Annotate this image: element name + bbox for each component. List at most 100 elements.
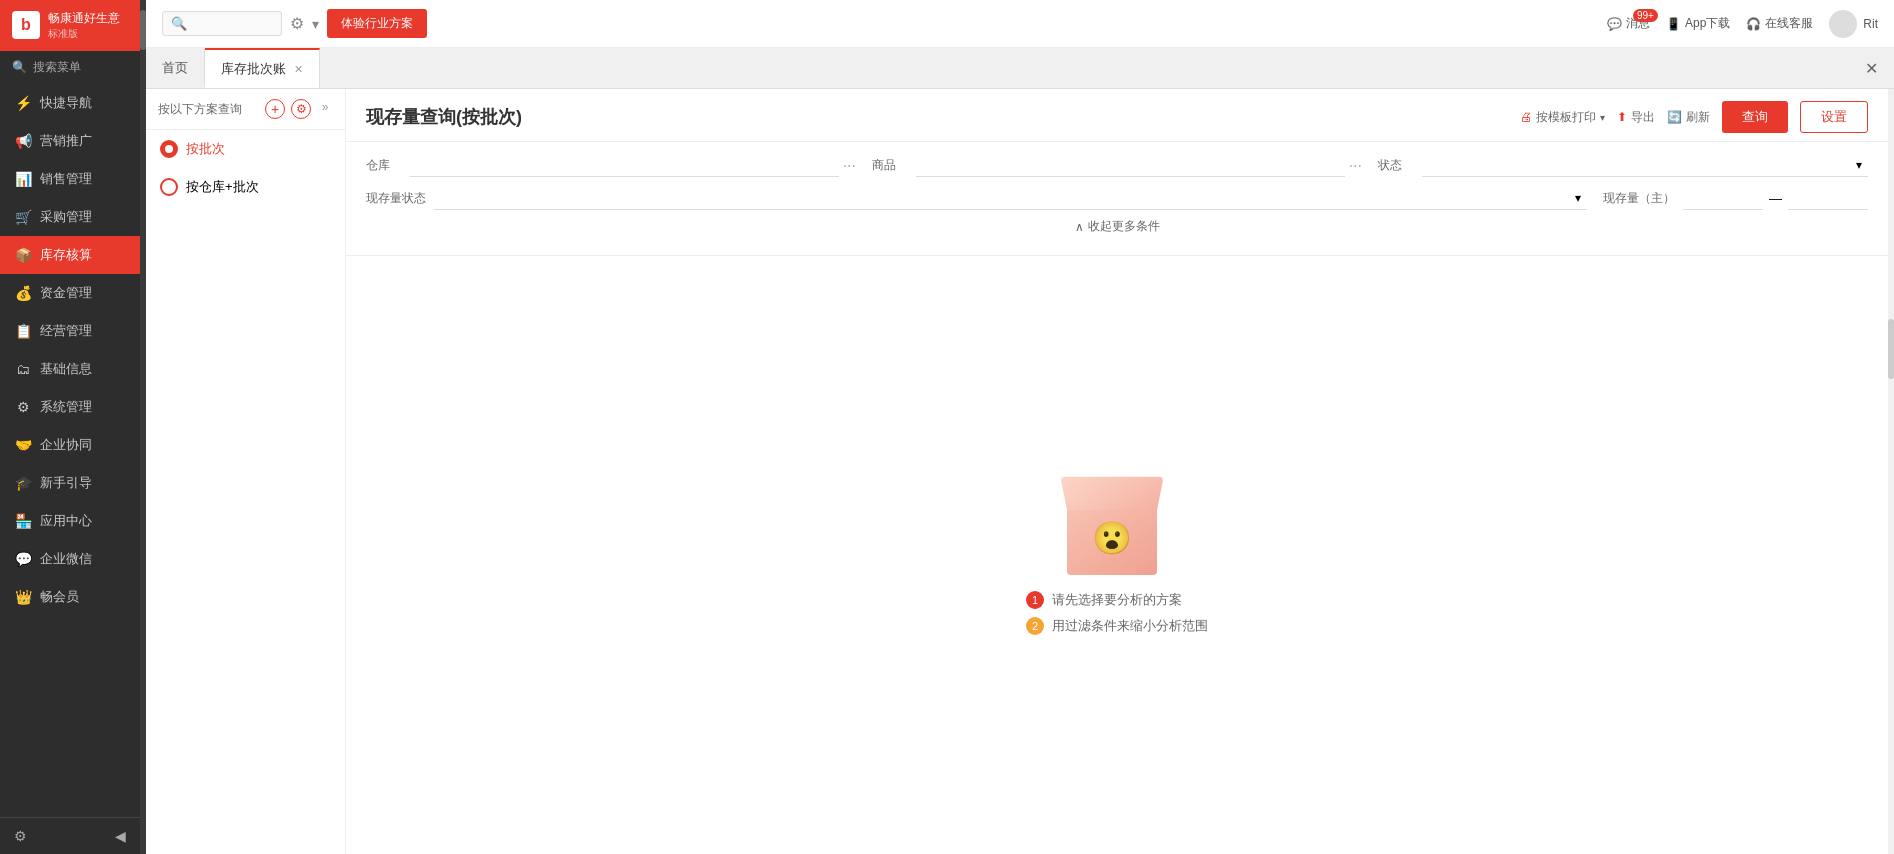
topbar-dropdown-icon[interactable]: ▾: [312, 16, 319, 32]
sidebar-item-label: 企业微信: [40, 550, 92, 568]
inventory-icon: 📦: [14, 246, 32, 264]
guide-icon: 🎓: [14, 474, 32, 492]
inventory-status-dropdown-icon: ▾: [1575, 191, 1581, 205]
collab-icon: 🤝: [14, 436, 32, 454]
sidebar-item-inventory[interactable]: 📦 库存核算: [0, 236, 140, 274]
empty-steps: 1 请先选择要分析的方案 2 用过滤条件来缩小分析范围: [1026, 591, 1208, 635]
phone-icon: 📱: [1666, 17, 1681, 31]
filter-row-1: 仓库 ··· 商品 ··· 状态 ▾: [366, 154, 1868, 177]
active-scheme-indicator: [160, 140, 178, 158]
step-2-number: 2: [1026, 617, 1044, 635]
inventory-status-label: 现存量状态: [366, 190, 426, 207]
warehouse-dots[interactable]: ···: [843, 157, 856, 175]
sidebar-item-label: 经营管理: [40, 322, 92, 340]
customer-service-btn[interactable]: 🎧 在线客服: [1746, 15, 1813, 32]
collapse-panel-button[interactable]: »: [317, 99, 333, 115]
tab-home[interactable]: 首页: [146, 49, 205, 87]
sidebar-item-label: 库存核算: [40, 246, 92, 264]
sales-icon: 📊: [14, 170, 32, 188]
industry-solution-button[interactable]: 体验行业方案: [327, 9, 427, 38]
add-scheme-button[interactable]: +: [265, 99, 285, 119]
plus-icon: +: [271, 101, 279, 117]
product-input[interactable]: [916, 154, 1345, 177]
sidebar-item-collab[interactable]: 🤝 企业协同: [0, 426, 140, 464]
page-content: 按以下方案查询 + ⚙ » 按批次: [146, 89, 1894, 854]
sidebar-nav: ⚡ 快捷导航 📢 营销推广 📊 销售管理 🛒 采购管理 📦 库存核算 💰 资金管…: [0, 84, 140, 817]
sidebar-item-guide[interactable]: 🎓 新手引导: [0, 464, 140, 502]
print-button[interactable]: 🖨 按模板打印 ▾: [1520, 109, 1605, 126]
filter-area: 仓库 ··· 商品 ··· 状态 ▾: [346, 142, 1888, 256]
right-panel: 现存量查询(按批次) 🖨 按模板打印 ▾ ⬆ 导出 🔄 刷新: [346, 89, 1888, 854]
app-download-btn[interactable]: 📱 App下载: [1666, 15, 1730, 32]
export-button[interactable]: ⬆ 导出: [1617, 109, 1655, 126]
scheme-by-batch-label: 按批次: [186, 140, 225, 158]
tab-inventory-batch[interactable]: 库存批次账 ✕: [205, 48, 320, 88]
empty-illustration: 😮: [1057, 475, 1177, 575]
tab-panel-close-icon[interactable]: ✕: [1865, 59, 1878, 78]
sidebar-item-wechat[interactable]: 💬 企业微信: [0, 540, 140, 578]
inactive-scheme-indicator: [160, 178, 178, 196]
sidebar-item-label: 应用中心: [40, 512, 92, 530]
sidebar-item-purchase[interactable]: 🛒 采购管理: [0, 198, 140, 236]
sidebar-item-finance[interactable]: 💰 资金管理: [0, 274, 140, 312]
collapse-more-btn[interactable]: ∧ 收起更多条件: [366, 210, 1868, 243]
sidebar-scrollbar[interactable]: [140, 0, 146, 854]
scheme-by-warehouse-batch-label: 按仓库+批次: [186, 178, 259, 196]
scheme-item-by-warehouse-batch[interactable]: 按仓库+批次: [146, 168, 345, 206]
empty-step-1: 1 请先选择要分析的方案: [1026, 591, 1208, 609]
warehouse-input[interactable]: [410, 154, 839, 177]
sidebar-item-basic[interactable]: 🗂 基础信息: [0, 350, 140, 388]
sidebar-item-marketing[interactable]: 📢 营销推广: [0, 122, 140, 160]
main-area: 🔍 ⚙ ▾ 体验行业方案 💬 消息 99+ 📱 App下载 🎧 在线客服: [146, 0, 1894, 854]
page-header: 现存量查询(按批次) 🖨 按模板打印 ▾ ⬆ 导出 🔄 刷新: [346, 89, 1888, 142]
export-label: 导出: [1631, 109, 1655, 126]
status-filter: 状态 ▾: [1378, 154, 1868, 177]
topbar-search[interactable]: 🔍: [162, 11, 282, 36]
scheme-item-by-batch[interactable]: 按批次: [146, 130, 345, 168]
settings-scheme-button[interactable]: ⚙: [291, 99, 311, 119]
export-icon: ⬆: [1617, 110, 1627, 124]
tab-close-icon[interactable]: ✕: [294, 63, 303, 76]
qty-max-input[interactable]: [1788, 187, 1868, 210]
marketing-icon: 📢: [14, 132, 32, 150]
topbar-gear-icon[interactable]: ⚙: [290, 14, 304, 33]
qty-min-input[interactable]: [1683, 187, 1763, 210]
sidebar-item-quick-nav[interactable]: ⚡ 快捷导航: [0, 84, 140, 122]
message-icon: 💬: [1607, 17, 1622, 31]
wechat-icon: 💬: [14, 550, 32, 568]
print-icon: 🖨: [1520, 110, 1532, 124]
page-header-actions: 🖨 按模板打印 ▾ ⬆ 导出 🔄 刷新 查询 设置: [1520, 101, 1868, 133]
content-scrollbar[interactable]: [1888, 89, 1894, 854]
settings-footer-icon[interactable]: ⚙: [14, 828, 27, 844]
sidebar-item-app-center[interactable]: 🏪 应用中心: [0, 502, 140, 540]
empty-step-2: 2 用过滤条件来缩小分析范围: [1026, 617, 1208, 635]
warehouse-label: 仓库: [366, 157, 402, 174]
app-version: 标准版: [48, 27, 120, 41]
print-dropdown-icon[interactable]: ▾: [1600, 112, 1605, 123]
finance-icon: 💰: [14, 284, 32, 302]
qty-separator: —: [1769, 191, 1782, 206]
sidebar-item-label: 系统管理: [40, 398, 92, 416]
status-dropdown-icon: ▾: [1856, 158, 1862, 172]
settings-button[interactable]: 设置: [1800, 101, 1868, 133]
sidebar-item-system[interactable]: ⚙ 系统管理: [0, 388, 140, 426]
user-menu[interactable]: Rit: [1829, 10, 1878, 38]
inventory-status-select[interactable]: ▾: [434, 187, 1587, 210]
product-dots[interactable]: ···: [1349, 157, 1362, 175]
sidebar-item-sales[interactable]: 📊 销售管理: [0, 160, 140, 198]
status-select[interactable]: ▾: [1422, 154, 1868, 177]
refresh-button[interactable]: 🔄 刷新: [1667, 109, 1710, 126]
tab-home-label: 首页: [162, 59, 188, 77]
sidebar-item-label: 畅会员: [40, 588, 79, 606]
refresh-label: 刷新: [1686, 109, 1710, 126]
inventory-qty-filter: 现存量（主） —: [1603, 187, 1868, 210]
collapse-sidebar-btn[interactable]: ◀: [115, 828, 126, 844]
sidebar-item-operation[interactable]: 📋 经营管理: [0, 312, 140, 350]
search-menu[interactable]: 🔍 搜索菜单: [0, 51, 140, 84]
inventory-status-filter: 现存量状态 ▾: [366, 187, 1587, 210]
sidebar-item-member[interactable]: 👑 畅会员: [0, 578, 140, 616]
empty-box-icon: 😮: [1092, 519, 1132, 557]
message-badge[interactable]: 💬 消息 99+: [1607, 15, 1650, 32]
topbar-search-icon: 🔍: [171, 16, 187, 31]
query-button[interactable]: 查询: [1722, 101, 1788, 133]
